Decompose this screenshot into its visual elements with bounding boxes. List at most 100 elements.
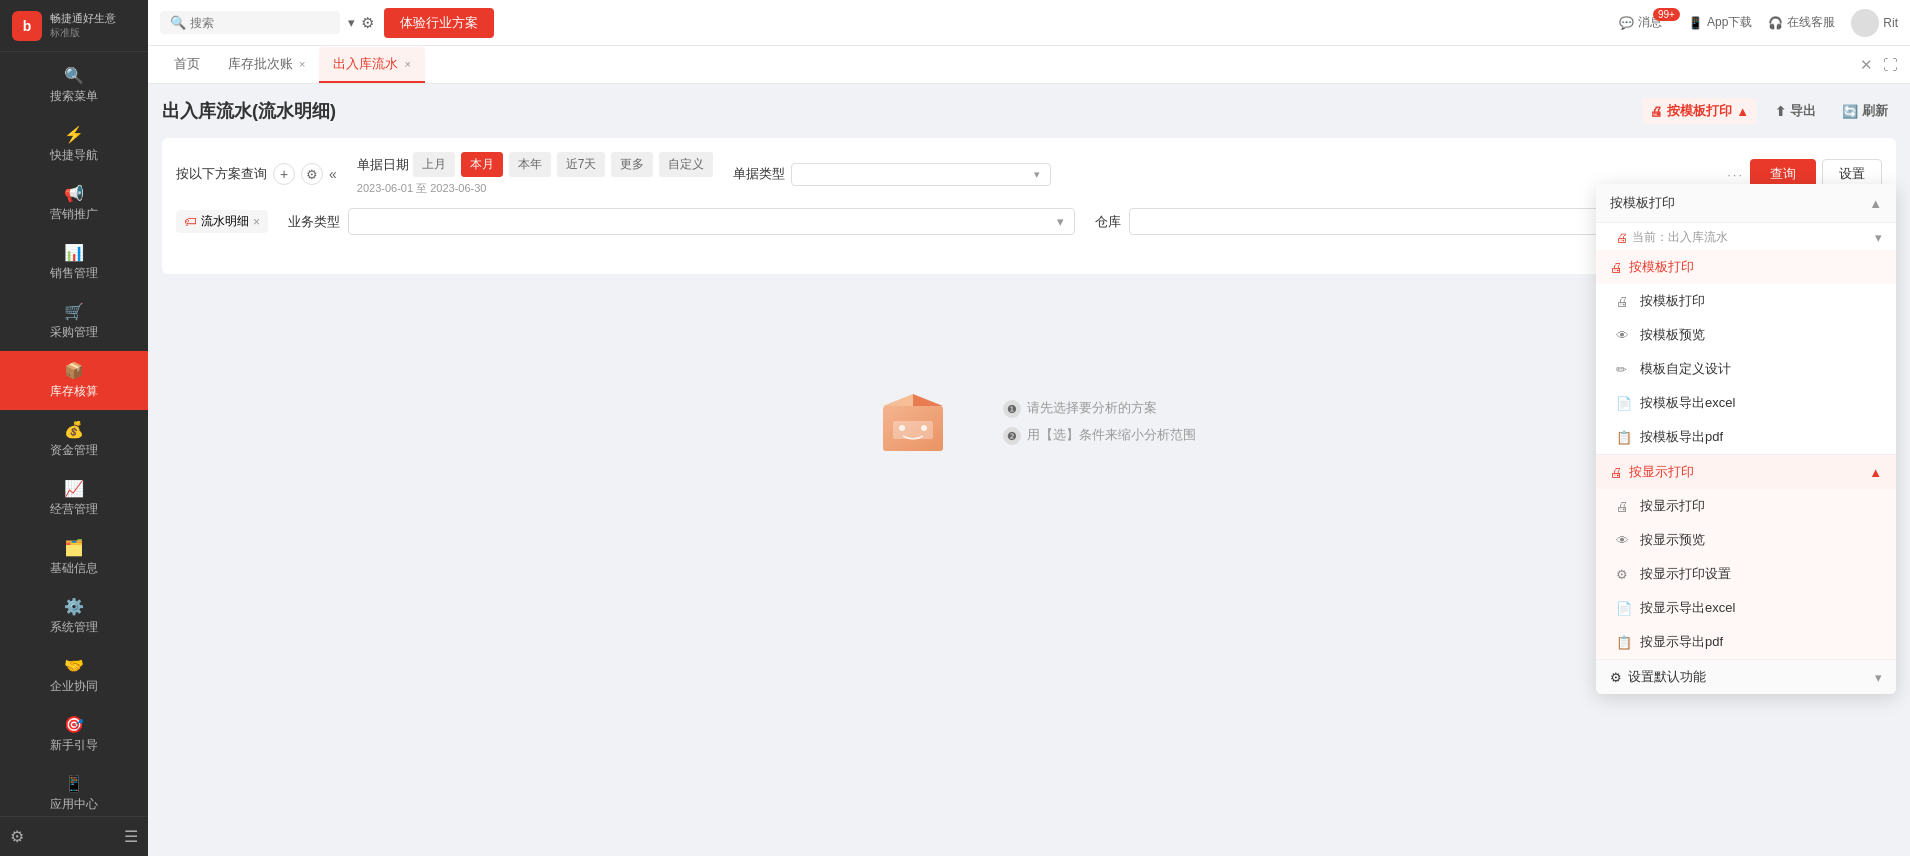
- date-this-month-btn[interactable]: 本月: [461, 152, 503, 177]
- sidebar-item-base[interactable]: 🗂️ 基础信息: [0, 528, 148, 587]
- tab-home[interactable]: 首页: [160, 47, 214, 83]
- export-button[interactable]: ⬆ 导出: [1767, 98, 1824, 124]
- sidebar-item-sales[interactable]: 📊 销售管理: [0, 233, 148, 292]
- query-label: 按以下方案查询: [176, 165, 267, 183]
- online-service-label: 在线客服: [1787, 14, 1835, 31]
- filter-add-button[interactable]: +: [273, 163, 295, 185]
- search-box[interactable]: 🔍: [160, 11, 340, 34]
- business-type-arrow-icon: ▾: [1057, 214, 1064, 229]
- empty-tip-1: ❶ 请先选择要分析的方案: [1003, 399, 1196, 418]
- sidebar-item-inventory[interactable]: 📦 库存核算: [0, 351, 148, 410]
- tab-batch-label: 库存批次账: [228, 55, 293, 73]
- filter-collapse-icon[interactable]: «: [329, 166, 337, 182]
- date-more-btn[interactable]: 更多: [611, 152, 653, 177]
- window-close-button[interactable]: ✕: [1860, 56, 1873, 74]
- sidebar-item-label: 应用中心: [50, 796, 98, 813]
- message-button[interactable]: 💬 消息 99+: [1619, 14, 1672, 31]
- tag-icon: 🏷: [184, 214, 197, 229]
- template-print-section: 🖨 按模板打印 🖨 按模板打印 👁 按模板预览 ✏ 模板自定义设计: [1596, 250, 1896, 455]
- settings-icon[interactable]: ⚙: [10, 827, 24, 846]
- export-label: 导出: [1790, 102, 1816, 120]
- date-this-year-btn[interactable]: 本年: [509, 152, 551, 177]
- date-last-month-btn[interactable]: 上月: [413, 152, 455, 177]
- sidebar-item-marketing[interactable]: 📢 营销推广: [0, 174, 148, 233]
- display-print-item-icon: 🖨: [1616, 499, 1632, 514]
- sidebar-item-purchase[interactable]: 🛒 采购管理: [0, 292, 148, 351]
- empty-tips: ❶ 请先选择要分析的方案 ❷ 用【选】条件来缩小分析范围: [1003, 399, 1196, 453]
- doc-type-arrow-icon: ▾: [1034, 168, 1040, 181]
- sidebar-item-finance[interactable]: 💰 资金管理: [0, 410, 148, 469]
- display-print-settings-item[interactable]: ⚙ 按显示打印设置: [1596, 557, 1896, 591]
- filter-setting-button[interactable]: ⚙: [301, 163, 323, 185]
- display-print-item[interactable]: 🖨 按显示打印: [1596, 489, 1896, 523]
- display-export-excel-item[interactable]: 📄 按显示导出excel: [1596, 591, 1896, 625]
- display-preview-item[interactable]: 👁 按显示预览: [1596, 523, 1896, 557]
- svg-marker-2: [913, 394, 943, 406]
- topbar-settings-icon[interactable]: ⚙: [361, 14, 374, 32]
- print-button[interactable]: 🖨 按模板打印 ▲: [1642, 98, 1757, 124]
- display-pdf-label: 按显示导出pdf: [1640, 633, 1723, 651]
- warehouse-label: 仓库: [1095, 213, 1121, 231]
- tab-flow-label: 出入库流水: [333, 55, 398, 73]
- sidebar-item-search[interactable]: 🔍 搜索菜单: [0, 56, 148, 115]
- sidebar-item-operation[interactable]: 📈 经营管理: [0, 469, 148, 528]
- doc-type-select[interactable]: ▾: [791, 163, 1051, 186]
- tag-filter[interactable]: 🏷 流水明细 ×: [176, 210, 268, 233]
- topbar-dropdown-arrow[interactable]: ▾: [348, 15, 355, 30]
- display-export-pdf-item[interactable]: 📋 按显示导出pdf: [1596, 625, 1896, 659]
- tag-close-icon[interactable]: ×: [253, 215, 260, 229]
- app-download-button[interactable]: 📱 App下载: [1688, 14, 1752, 31]
- template-export-pdf-item[interactable]: 📋 按模板导出pdf: [1596, 420, 1896, 454]
- refresh-button[interactable]: 🔄 刷新: [1834, 98, 1896, 124]
- sidebar-item-quick-nav[interactable]: ⚡ 快捷导航: [0, 115, 148, 174]
- template-print-item[interactable]: 🖨 按模板打印: [1596, 284, 1896, 318]
- menu-toggle-icon[interactable]: ☰: [124, 827, 138, 846]
- excel-item-icon: 📄: [1616, 396, 1632, 411]
- sidebar-item-app-center[interactable]: 📱 应用中心: [0, 764, 148, 816]
- base-icon: 🗂️: [64, 538, 84, 557]
- display-print-header[interactable]: 🖨 按显示打印 ▲: [1596, 455, 1896, 489]
- dropdown-collapse-icon[interactable]: ▲: [1869, 196, 1882, 211]
- headset-icon: 🎧: [1768, 16, 1783, 30]
- tab-flow-close[interactable]: ×: [404, 58, 410, 70]
- user-area[interactable]: Rit: [1851, 9, 1898, 37]
- avatar: [1851, 9, 1879, 37]
- window-expand-button[interactable]: ⛶: [1883, 56, 1898, 73]
- empty-illustration: [863, 366, 963, 466]
- tip-number-1: ❶: [1003, 400, 1021, 418]
- business-type-filter: 业务类型 ▾: [288, 208, 1075, 235]
- business-type-select[interactable]: ▾: [348, 208, 1075, 235]
- dropdown-header: 按模板打印 ▲: [1596, 184, 1896, 223]
- online-service-button[interactable]: 🎧 在线客服: [1768, 14, 1835, 31]
- template-export-excel-item[interactable]: 📄 按模板导出excel: [1596, 386, 1896, 420]
- tab-batch-close[interactable]: ×: [299, 58, 305, 70]
- dropdown-panel: 按模板打印 ▲ 🖨 当前：出入库流水 ▾ 🖨 按模板打印: [1596, 184, 1896, 694]
- dropdown-footer[interactable]: ⚙ 设置默认功能 ▾: [1596, 660, 1896, 694]
- sidebar-item-label: 资金管理: [50, 442, 98, 459]
- sidebar-item-label: 经营管理: [50, 501, 98, 518]
- tab-flow[interactable]: 出入库流水 ×: [319, 47, 424, 83]
- search-input[interactable]: [190, 16, 330, 30]
- current-label: 🖨 当前：出入库流水 ▾: [1596, 223, 1896, 250]
- sidebar-item-guide[interactable]: 🎯 新手引导: [0, 705, 148, 764]
- current-arrow[interactable]: ▾: [1875, 230, 1882, 245]
- template-design-item[interactable]: ✏ 模板自定义设计: [1596, 352, 1896, 386]
- username: Rit: [1883, 16, 1898, 30]
- tab-batch[interactable]: 库存批次账 ×: [214, 47, 319, 83]
- display-excel-label: 按显示导出excel: [1640, 599, 1735, 617]
- search-nav-icon: 🔍: [64, 66, 84, 85]
- page-actions: 🖨 按模板打印 ▲ ⬆ 导出 🔄 刷新: [1642, 98, 1896, 124]
- template-print-header[interactable]: 🖨 按模板打印: [1596, 250, 1896, 284]
- sidebar: b 畅捷通好生意 标准版 🔍 搜索菜单 ⚡ 快捷导航 📢 营销推广 📊 销售管理…: [0, 0, 148, 856]
- date-custom-btn[interactable]: 自定义: [659, 152, 713, 177]
- date-last-7-days-btn[interactable]: 近7天: [557, 152, 606, 177]
- template-preview-item[interactable]: 👁 按模板预览: [1596, 318, 1896, 352]
- print-item-icon: 🖨: [1616, 294, 1632, 309]
- industry-solution-button[interactable]: 体验行业方案: [384, 8, 494, 38]
- sidebar-item-enterprise[interactable]: 🤝 企业协同: [0, 646, 148, 705]
- display-print-collapse-icon[interactable]: ▲: [1869, 465, 1882, 480]
- sidebar-item-system[interactable]: ⚙️ 系统管理: [0, 587, 148, 646]
- more-dots[interactable]: ···: [1727, 167, 1744, 182]
- topbar-right: 💬 消息 99+ 📱 App下载 🎧 在线客服 Rit: [1619, 9, 1898, 37]
- search-topbar-icon: 🔍: [170, 15, 186, 30]
